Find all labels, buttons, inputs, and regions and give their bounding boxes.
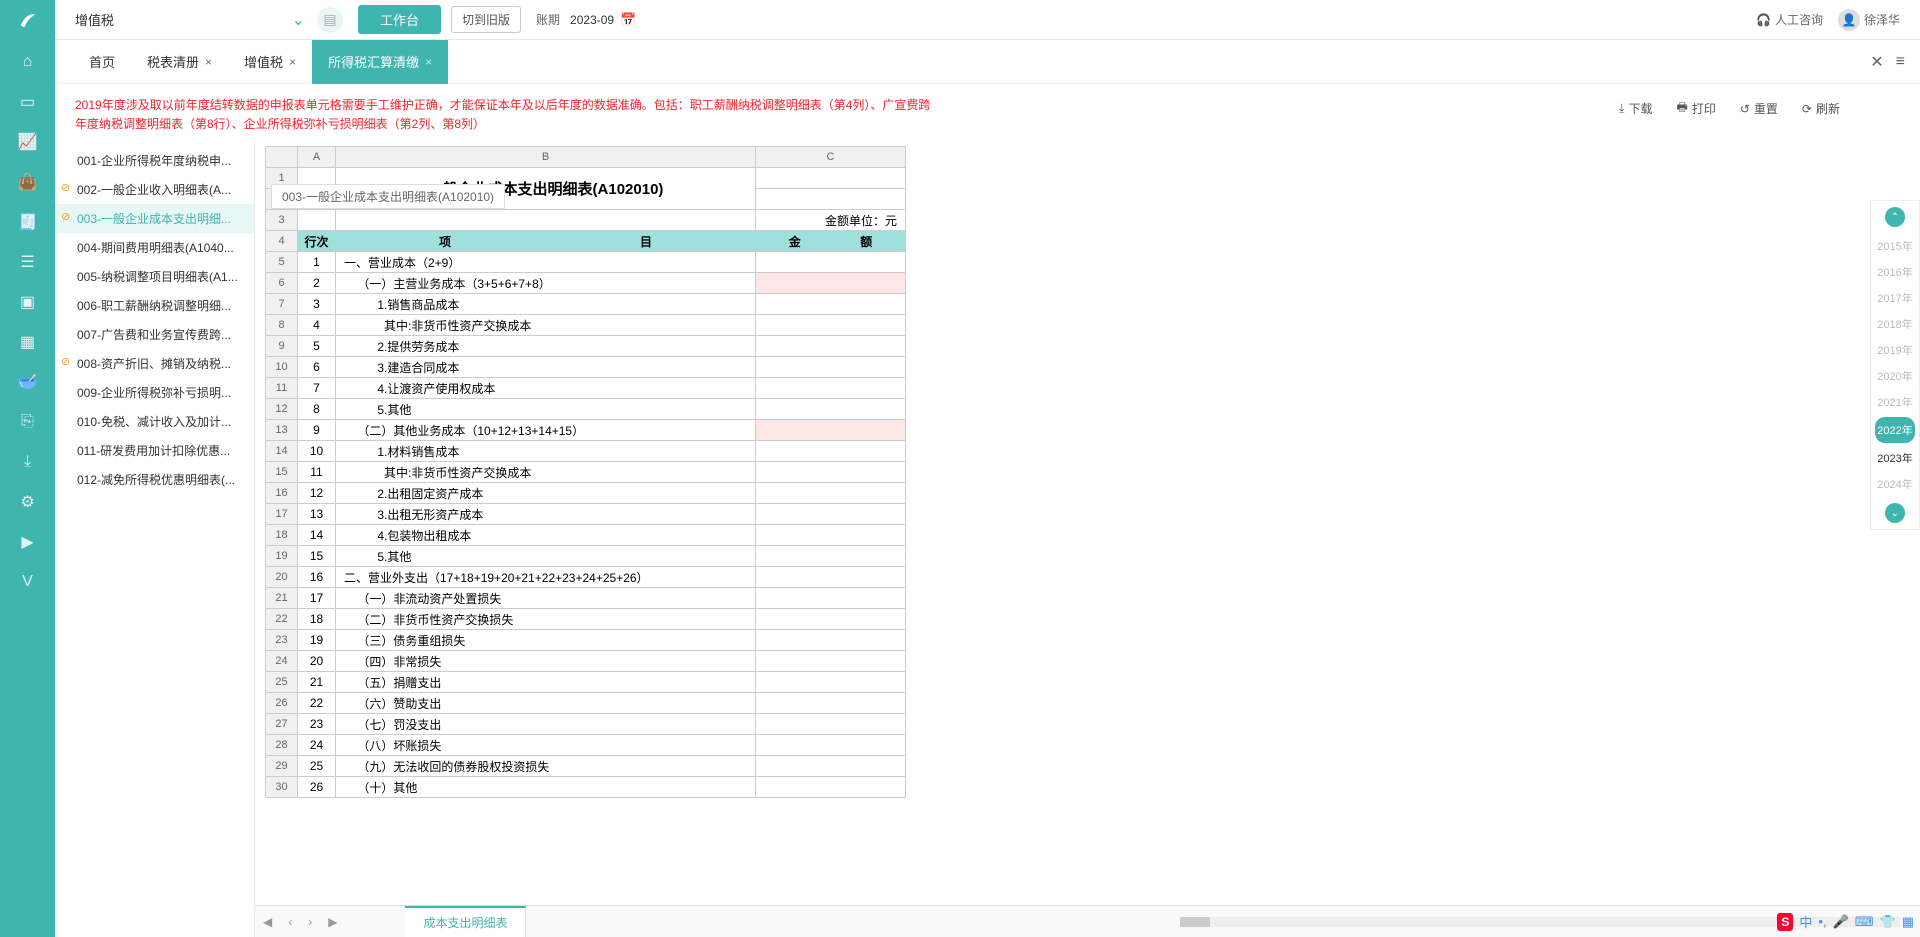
tree-item-0[interactable]: 001-企业所得税年度纳税申... <box>55 146 254 175</box>
spreadsheet-area: 003-一般企业成本支出明细表(A102010) ABC1一般企业成本支出明细表… <box>255 140 1920 937</box>
spreadsheet[interactable]: ABC1一般企业成本支出明细表(A102010)23金额单位：元4行次项目金额5… <box>265 146 906 798</box>
username: 徐泽华 <box>1864 11 1900 28</box>
bag-icon[interactable]: 👜 <box>18 172 38 192</box>
tax-type-dropdown[interactable]: 增值税 ⌄ <box>75 10 305 30</box>
report-icon[interactable]: 🧾 <box>18 212 38 232</box>
sheet-nav-last[interactable]: ▶ <box>320 915 345 929</box>
sheet-nav-first[interactable]: ◀ <box>255 915 280 929</box>
refresh-button[interactable]: ⟳刷新 <box>1802 98 1840 119</box>
tree-item-6[interactable]: 007-广告费和业务宣传费跨... <box>55 320 254 349</box>
tree-item-9[interactable]: 010-免税、减计收入及加计... <box>55 407 254 436</box>
period-value[interactable]: 2023-09 <box>570 13 614 27</box>
tab-2[interactable]: 增值税× <box>228 40 312 84</box>
chart-icon[interactable]: 📈 <box>18 132 38 152</box>
tree-item-11[interactable]: 012-减免所得税优惠明细表(... <box>55 465 254 494</box>
avatar-icon: 👤 <box>1838 9 1860 31</box>
calendar-nav-icon[interactable]: ▦ <box>18 332 38 352</box>
app-logo[interactable] <box>0 0 55 40</box>
close-all-icon[interactable]: ✕ <box>1870 52 1883 72</box>
ime-toolbox-icon[interactable]: ▦ <box>1902 914 1914 930</box>
switch-old-button[interactable]: 切到旧版 <box>451 6 521 33</box>
calendar-icon[interactable]: 📅 <box>620 12 636 28</box>
download-button[interactable]: ⤓下载 <box>1619 98 1652 119</box>
sheet-nav-next[interactable]: › <box>300 915 320 929</box>
home-icon[interactable]: ⌂ <box>18 52 38 72</box>
ime-keyboard-icon[interactable]: ⌨ <box>1855 914 1874 930</box>
print-button[interactable]: 🖶打印 <box>1677 98 1716 119</box>
year-2022年[interactable]: 2022年 <box>1875 417 1915 443</box>
chevron-down-icon: ⌄ <box>292 10 305 30</box>
tree-item-8[interactable]: 009-企业所得税弥补亏损明... <box>55 378 254 407</box>
doc-icon-button[interactable]: ▤ <box>317 7 343 33</box>
tree-item-5[interactable]: 006-职工薪酬纳税调整明细... <box>55 291 254 320</box>
year-rail: ⌃ 2015年2016年2017年2018年2019年2020年2021年202… <box>1870 200 1920 530</box>
sheet-breadcrumb: 003-一般企业成本支出明细表(A102010) <box>271 184 505 209</box>
sheet-tab-active[interactable]: 成本支出明细表 <box>405 906 526 937</box>
year-down-icon[interactable]: ⌄ <box>1885 503 1905 523</box>
tax-type-label: 增值税 <box>75 10 114 29</box>
tree-item-1[interactable]: 002-一般企业收入明细表(A... <box>55 175 254 204</box>
workbench-button[interactable]: 工作台 <box>358 5 441 34</box>
user-menu[interactable]: 👤 徐泽华 <box>1838 9 1900 31</box>
sheet-toolbar: ⤓下载 🖶打印 ↺重置 ⟳刷新 <box>1619 98 1840 119</box>
year-2021年[interactable]: 2021年 <box>1871 389 1919 415</box>
top-bar: 增值税 ⌄ ▤ 工作台 切到旧版 账期 2023-09 📅 🎧 人工咨询 👤 徐… <box>0 0 1920 40</box>
page-tabs: 首页税表清册×增值税×所得税汇算清缴× ✕ ≡ <box>55 40 1920 84</box>
ime-skin-icon[interactable]: 👕 <box>1880 914 1896 930</box>
form-icon[interactable]: ☰ <box>18 252 38 272</box>
print-icon: 🖶 <box>1677 98 1688 119</box>
ime-punct-icon[interactable]: •, <box>1818 914 1826 929</box>
tree-item-7[interactable]: 008-资产折旧、摊销及纳税... <box>55 349 254 378</box>
download-icon: ⤓ <box>1619 101 1624 116</box>
close-icon[interactable]: × <box>205 55 212 69</box>
archive-icon[interactable]: ⎘ <box>18 412 38 432</box>
close-icon[interactable]: × <box>425 55 432 69</box>
inbox-icon[interactable]: ⤓ <box>18 452 38 472</box>
warning-notice: 2019年度涉及取以前年度结转数据的申报表单元格需要手工维护正确，才能保证本年及… <box>55 84 955 140</box>
year-2017年[interactable]: 2017年 <box>1871 285 1919 311</box>
year-2019年[interactable]: 2019年 <box>1871 337 1919 363</box>
year-2020年[interactable]: 2020年 <box>1871 363 1919 389</box>
ime-mic-icon[interactable]: 🎤 <box>1833 914 1849 930</box>
tab-menu-icon[interactable]: ≡ <box>1896 53 1905 71</box>
year-2023年[interactable]: 2023年 <box>1871 445 1919 471</box>
headset-icon: 🎧 <box>1756 13 1771 27</box>
period-label: 账期 <box>536 11 560 28</box>
settings-icon[interactable]: ⚙ <box>18 492 38 512</box>
tax-icon[interactable]: 🥣 <box>18 372 38 392</box>
stamp-icon[interactable]: ▣ <box>18 292 38 312</box>
left-sidebar: ⌂ ▭ 📈 👜 🧾 ☰ ▣ ▦ 🥣 ⎘ ⤓ ⚙ ▶ V <box>0 40 55 937</box>
reset-icon: ↺ <box>1740 102 1750 116</box>
year-2018年[interactable]: 2018年 <box>1871 311 1919 337</box>
year-2016年[interactable]: 2016年 <box>1871 259 1919 285</box>
consult-button[interactable]: 🎧 人工咨询 <box>1756 11 1823 28</box>
sheet-bottom-tabs: ◀ ‹ › ▶ 成本支出明细表 <box>255 905 1920 937</box>
vip-icon[interactable]: V <box>18 572 38 592</box>
year-2015年[interactable]: 2015年 <box>1871 233 1919 259</box>
tree-item-10[interactable]: 011-研发费用加计扣除优惠... <box>55 436 254 465</box>
tab-1[interactable]: 税表清册× <box>131 40 228 84</box>
video-icon[interactable]: ▶ <box>18 532 38 552</box>
sheet-nav-prev[interactable]: ‹ <box>280 915 300 929</box>
year-2024年[interactable]: 2024年 <box>1871 471 1919 497</box>
tab-0[interactable]: 首页 <box>73 40 131 84</box>
year-up-icon[interactable]: ⌃ <box>1885 207 1905 227</box>
ledger-icon[interactable]: ▭ <box>18 92 38 112</box>
reset-button[interactable]: ↺重置 <box>1740 98 1778 119</box>
tab-3[interactable]: 所得税汇算清缴× <box>312 40 448 84</box>
tree-item-4[interactable]: 005-纳税调整项目明细表(A1... <box>55 262 254 291</box>
close-icon[interactable]: × <box>289 55 296 69</box>
tree-item-3[interactable]: 004-期间费用明细表(A1040... <box>55 233 254 262</box>
ime-brand-icon[interactable]: S <box>1777 913 1793 931</box>
tree-item-2[interactable]: 003-一般企业成本支出明细... <box>55 204 254 233</box>
ime-lang[interactable]: 中 <box>1799 912 1812 931</box>
ime-toolbar: S 中 •, 🎤 ⌨ 👕 ▦ <box>1777 912 1914 931</box>
form-tree: 001-企业所得税年度纳税申...002-一般企业收入明细表(A...003-一… <box>55 140 255 937</box>
refresh-icon: ⟳ <box>1802 102 1812 116</box>
